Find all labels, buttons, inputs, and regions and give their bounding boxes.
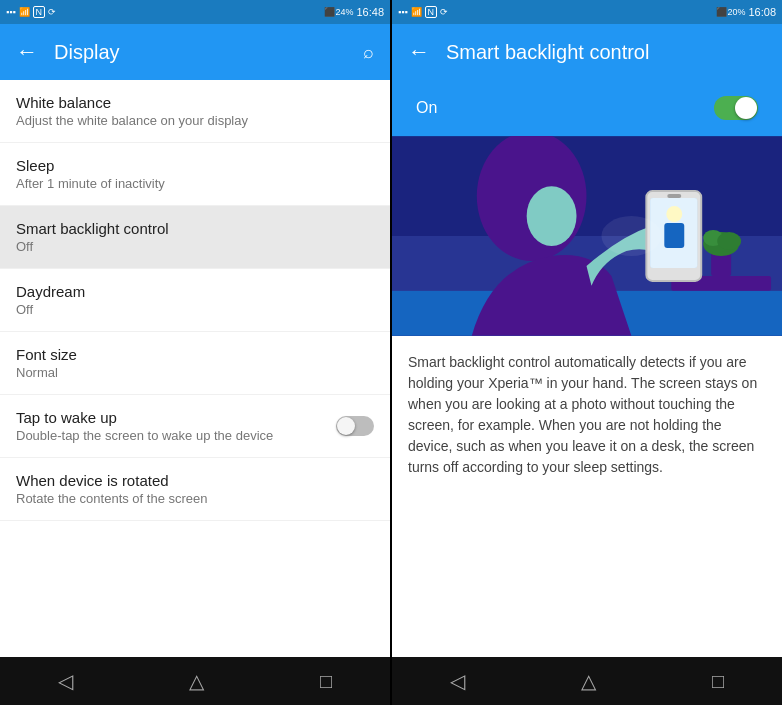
tap-wake-toggle[interactable] (336, 416, 374, 436)
right-nfc-icon: N (425, 6, 438, 18)
right-screen-icon: ⟳ (440, 7, 448, 17)
smart-backlight-title: Smart backlight control (16, 220, 374, 237)
rotate-title: When device is rotated (16, 472, 374, 489)
left-nav-home[interactable]: △ (189, 669, 204, 693)
left-app-bar: ← Display ⌕ (0, 24, 390, 80)
left-nav-bar: ◁ △ □ (0, 657, 390, 705)
signal-icon: ▪▪▪ (6, 7, 16, 17)
daydream-subtitle: Off (16, 302, 374, 317)
svg-point-9 (527, 186, 577, 246)
white-balance-title: White balance (16, 94, 374, 111)
settings-list: White balance Adjust the white balance o… (0, 80, 390, 521)
battery-icon: ⬛24% (324, 7, 353, 17)
left-content: White balance Adjust the white balance o… (0, 80, 390, 657)
right-status-bar: ▪▪▪ 📶 N ⟳ ⬛20% 16:08 (392, 0, 782, 24)
right-nav-recent[interactable]: □ (712, 670, 724, 693)
left-status-icons-right: ⬛24% 16:48 (324, 6, 384, 18)
rotate-subtitle: Rotate the contents of the screen (16, 491, 374, 506)
font-size-title: Font size (16, 346, 374, 363)
right-content: Smart backlight control automatically de… (392, 336, 782, 657)
left-nav-recent[interactable]: □ (320, 670, 332, 693)
nfc-icon: N (33, 6, 46, 18)
right-nav-home[interactable]: △ (581, 669, 596, 693)
illustration-area (392, 136, 782, 336)
left-app-title: Display (54, 41, 347, 64)
left-phone: ▪▪▪ 📶 N ⟳ ⬛24% 16:48 ← Display ⌕ White b… (0, 0, 390, 705)
left-status-icons-left: ▪▪▪ 📶 N ⟳ (6, 6, 56, 18)
right-time: 16:08 (748, 6, 776, 18)
left-back-button[interactable]: ← (16, 39, 38, 65)
left-search-button[interactable]: ⌕ (363, 42, 374, 63)
toggle-label: On (416, 99, 437, 117)
wifi-icon: 📶 (19, 7, 30, 17)
font-size-subtitle: Normal (16, 365, 374, 380)
right-signal-icon: ▪▪▪ (398, 7, 408, 17)
svg-point-7 (717, 232, 741, 250)
backlight-toggle[interactable] (714, 96, 758, 120)
right-phone: ▪▪▪ 📶 N ⟳ ⬛20% 16:08 ← Smart backlight c… (392, 0, 782, 705)
svg-rect-15 (667, 194, 681, 198)
right-status-icons-left: ▪▪▪ 📶 N ⟳ (398, 6, 448, 18)
sleep-subtitle: After 1 minute of inactivity (16, 176, 374, 191)
svg-point-16 (601, 216, 661, 256)
white-balance-item[interactable]: White balance Adjust the white balance o… (0, 80, 390, 143)
sleep-item[interactable]: Sleep After 1 minute of inactivity (0, 143, 390, 206)
svg-point-13 (666, 206, 682, 222)
screen-rotate-icon: ⟳ (48, 7, 56, 17)
right-app-title: Smart backlight control (446, 41, 766, 64)
tap-wake-subtitle: Double-tap the screen to wake up the dev… (16, 428, 336, 443)
font-size-item[interactable]: Font size Normal (0, 332, 390, 395)
tap-wake-title: Tap to wake up (16, 409, 336, 426)
right-app-bar: ← Smart backlight control (392, 24, 782, 80)
left-time: 16:48 (356, 6, 384, 18)
sleep-title: Sleep (16, 157, 374, 174)
smart-backlight-subtitle: Off (16, 239, 374, 254)
right-wifi-icon: 📶 (411, 7, 422, 17)
right-battery-icon: ⬛20% (716, 7, 745, 17)
right-nav-bar: ◁ △ □ (392, 657, 782, 705)
right-nav-back[interactable]: ◁ (450, 669, 465, 693)
tap-wake-item[interactable]: Tap to wake up Double-tap the screen to … (0, 395, 390, 458)
description-text: Smart backlight control automatically de… (392, 336, 782, 494)
right-back-button[interactable]: ← (408, 39, 430, 65)
right-status-icons-right: ⬛20% 16:08 (716, 6, 776, 18)
daydream-title: Daydream (16, 283, 374, 300)
toggle-row: On (392, 80, 782, 136)
rotate-item[interactable]: When device is rotated Rotate the conten… (0, 458, 390, 521)
daydream-item[interactable]: Daydream Off (0, 269, 390, 332)
white-balance-subtitle: Adjust the white balance on your display (16, 113, 374, 128)
left-nav-back[interactable]: ◁ (58, 669, 73, 693)
smart-backlight-item[interactable]: Smart backlight control Off (0, 206, 390, 269)
svg-rect-14 (664, 223, 684, 248)
left-status-bar: ▪▪▪ 📶 N ⟳ ⬛24% 16:48 (0, 0, 390, 24)
